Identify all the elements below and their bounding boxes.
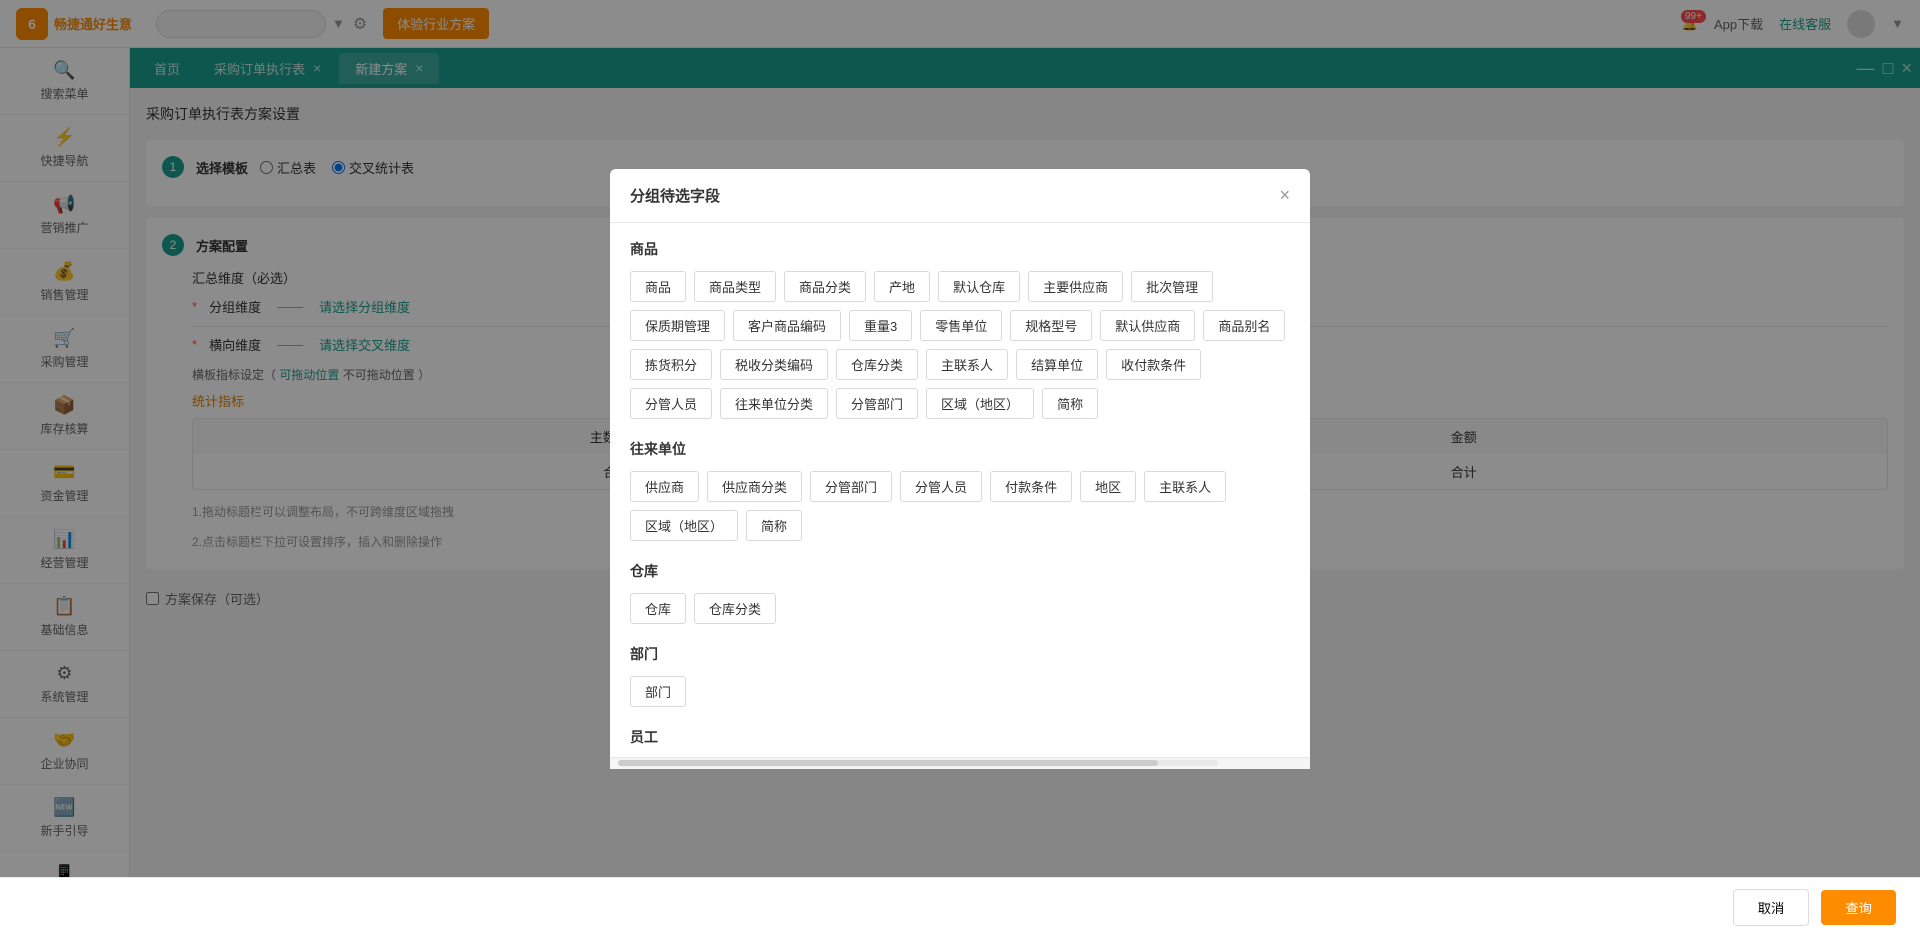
field-section-goods: 商品 商品 商品类型 商品分类 产地 默认仓库 主要供应商 批次管理 保质期管理… [630,239,1290,419]
field-tag-partner-5[interactable]: 地区 [1080,471,1136,502]
field-tag-goods-12[interactable]: 默认供应商 [1100,310,1195,341]
field-tag-partner-1[interactable]: 供应商分类 [707,471,802,502]
field-section-dept: 部门 部门 [630,644,1290,707]
field-section-employee: 员工 业务员 [630,727,1290,757]
modal-hscrollbar [610,757,1310,769]
field-tag-goods-5[interactable]: 主要供应商 [1028,271,1123,302]
field-tag-dept-0[interactable]: 部门 [630,676,686,707]
warehouse-section-title: 仓库 [630,561,1290,581]
field-tag-goods-8[interactable]: 客户商品编码 [733,310,841,341]
field-tag-partner-2[interactable]: 分管部门 [810,471,892,502]
field-tag-goods-21[interactable]: 往来单位分类 [720,388,828,419]
partner-section-title: 往来单位 [630,439,1290,459]
field-tag-goods-24[interactable]: 简称 [1042,388,1098,419]
field-tag-goods-20[interactable]: 分管人员 [630,388,712,419]
field-tag-goods-2[interactable]: 商品分类 [784,271,866,302]
dept-field-tags: 部门 [630,676,1290,707]
field-section-warehouse: 仓库 仓库 仓库分类 [630,561,1290,624]
modal-confirm-button[interactable]: 查询 [1821,890,1896,925]
field-tag-goods-7[interactable]: 保质期管理 [630,310,725,341]
field-section-partner: 往来单位 供应商 供应商分类 分管部门 分管人员 付款条件 地区 主联系人 区域… [630,439,1290,541]
field-tag-goods-9[interactable]: 重量3 [849,310,912,341]
field-tag-goods-19[interactable]: 收付款条件 [1106,349,1201,380]
modal-title: 分组待选字段 [630,185,720,206]
modal-dialog: 分组待选字段 × 商品 商品 商品类型 商品分类 产地 默认仓库 主要供应商 批… [610,169,1310,769]
field-tag-goods-11[interactable]: 规格型号 [1010,310,1092,341]
field-tag-goods-23[interactable]: 区域（地区） [926,388,1034,419]
field-tag-partner-4[interactable]: 付款条件 [990,471,1072,502]
field-tag-partner-7[interactable]: 区域（地区） [630,510,738,541]
partner-field-tags: 供应商 供应商分类 分管部门 分管人员 付款条件 地区 主联系人 区域（地区） … [630,471,1290,541]
warehouse-field-tags: 仓库 仓库分类 [630,593,1290,624]
field-tag-goods-0[interactable]: 商品 [630,271,686,302]
field-tag-warehouse-1[interactable]: 仓库分类 [694,593,776,624]
field-tag-goods-14[interactable]: 拣货积分 [630,349,712,380]
field-tag-warehouse-0[interactable]: 仓库 [630,593,686,624]
field-tag-goods-22[interactable]: 分管部门 [836,388,918,419]
field-tag-goods-6[interactable]: 批次管理 [1131,271,1213,302]
field-tag-goods-13[interactable]: 商品别名 [1203,310,1285,341]
field-tag-partner-6[interactable]: 主联系人 [1144,471,1226,502]
dept-section-title: 部门 [630,644,1290,664]
modal-body: 商品 商品 商品类型 商品分类 产地 默认仓库 主要供应商 批次管理 保质期管理… [610,223,1310,757]
field-tag-goods-3[interactable]: 产地 [874,271,930,302]
goods-section-title: 商品 [630,239,1290,259]
field-tag-partner-3[interactable]: 分管人员 [900,471,982,502]
employee-section-title: 员工 [630,727,1290,747]
modal-header: 分组待选字段 × [610,169,1310,223]
field-tag-goods-1[interactable]: 商品类型 [694,271,776,302]
modal-bottom-bar: 取消 查询 [0,877,1920,937]
field-tag-goods-16[interactable]: 仓库分类 [836,349,918,380]
field-tag-goods-15[interactable]: 税收分类编码 [720,349,828,380]
field-tag-goods-17[interactable]: 主联系人 [926,349,1008,380]
modal-cancel-button[interactable]: 取消 [1733,889,1810,926]
goods-field-tags: 商品 商品类型 商品分类 产地 默认仓库 主要供应商 批次管理 保质期管理 客户… [630,271,1290,419]
field-tag-goods-18[interactable]: 结算单位 [1016,349,1098,380]
modal-overlay: 分组待选字段 × 商品 商品 商品类型 商品分类 产地 默认仓库 主要供应商 批… [0,0,1920,937]
field-tag-partner-8[interactable]: 简称 [746,510,802,541]
field-tag-goods-10[interactable]: 零售单位 [920,310,1002,341]
field-tag-partner-0[interactable]: 供应商 [630,471,699,502]
modal-close-button[interactable]: × [1279,185,1290,206]
field-tag-goods-4[interactable]: 默认仓库 [938,271,1020,302]
